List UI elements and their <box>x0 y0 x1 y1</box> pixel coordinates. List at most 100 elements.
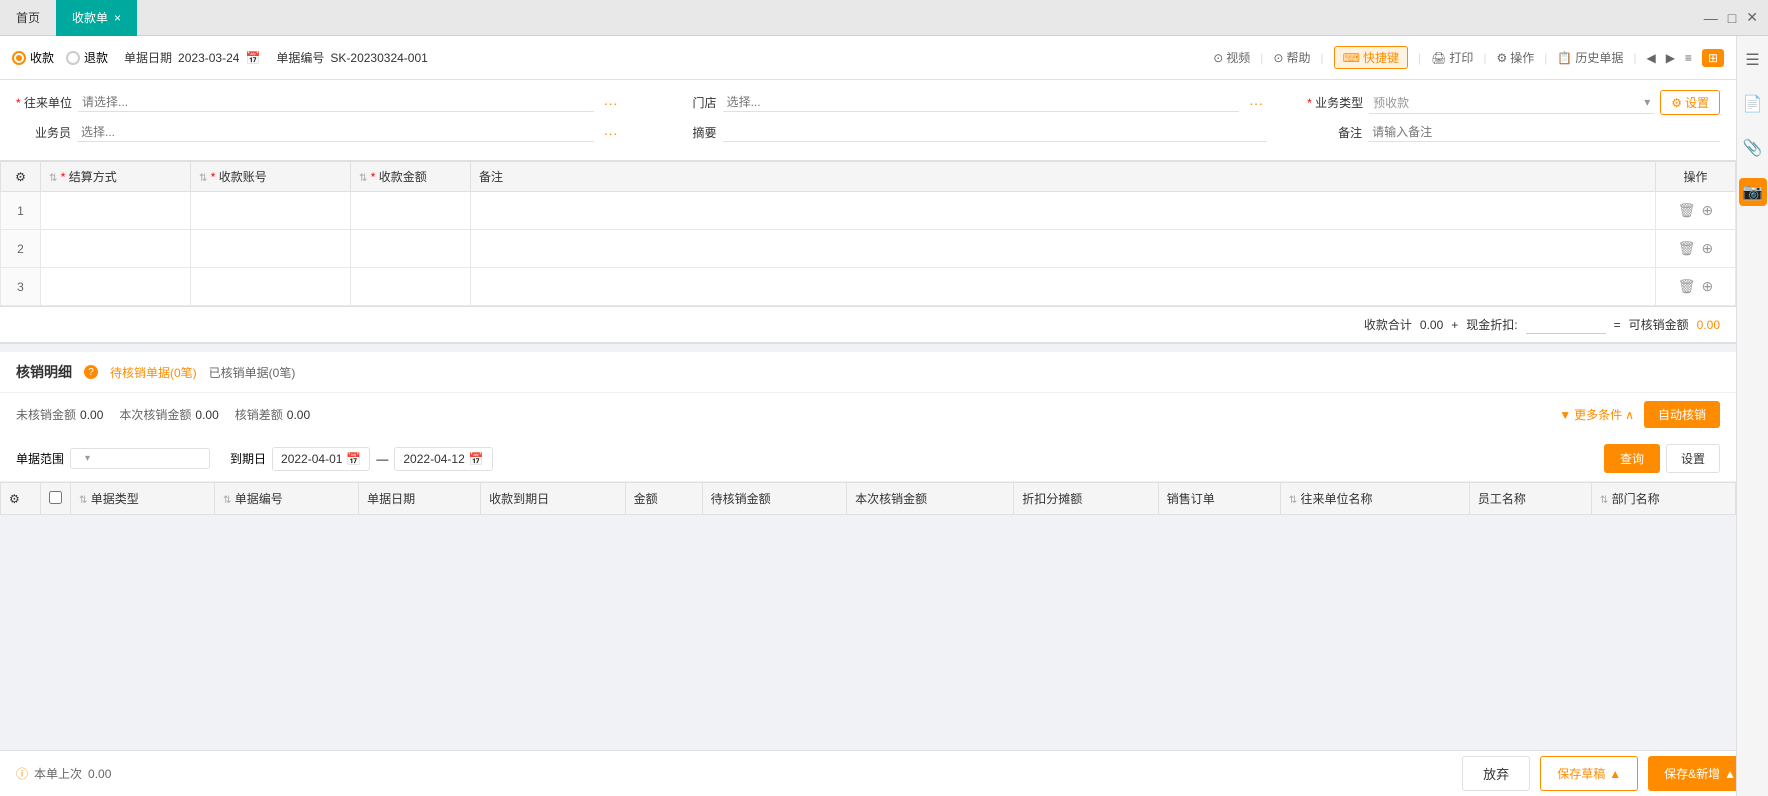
col-amount-header: 金额 <box>625 483 702 515</box>
remark-label: 备注 <box>1307 124 1362 141</box>
save-draft-label: 保存草稿 <box>1557 765 1605 782</box>
diff-stat: 核销差额 0.00 <box>235 406 310 423</box>
row-settle-1[interactable] <box>41 192 191 230</box>
biz-type-label: * 业务类型 <box>1307 94 1363 111</box>
row-1-delete-icon[interactable]: 🗑 <box>1678 202 1696 219</box>
filter-settings-button[interactable]: 设置 <box>1666 444 1720 473</box>
staff-more-btn[interactable]: ··· <box>600 125 622 141</box>
print-action[interactable]: 🖨 打印 <box>1431 49 1473 66</box>
video-icon: ⊙ <box>1213 51 1223 65</box>
settings-button[interactable]: ⚙ 设置 <box>1660 90 1720 115</box>
tab-close-icon[interactable]: × <box>114 11 121 25</box>
prev-action[interactable]: ◀ <box>1646 51 1655 65</box>
done-tab[interactable]: 已核销单据(0笔) <box>209 364 296 381</box>
date-to-value: 2022-04-12 <box>403 452 464 466</box>
remark-field: 备注 <box>1307 123 1720 142</box>
staff-label: 业务员 <box>16 124 71 141</box>
right-sidebar: ☰ 📄 📎 📷 <box>1736 36 1768 796</box>
row-amount-3[interactable] <box>351 268 471 306</box>
row-2-copy-icon[interactable]: ⊕ <box>1702 240 1714 257</box>
save-new-arrow[interactable]: ▲ <box>1724 767 1736 781</box>
more-conditions-btn[interactable]: ▼ 更多条件 ∧ <box>1559 406 1634 423</box>
date-value: 2023-03-24 <box>178 51 239 65</box>
row-1-copy-icon[interactable]: ⊕ <box>1702 202 1714 219</box>
row-action-2: 🗑 ⊕ <box>1656 230 1736 268</box>
list-icon[interactable]: ≡ <box>1685 51 1692 65</box>
staff-input[interactable] <box>77 123 594 142</box>
window-maximize-icon[interactable]: □ <box>1728 10 1736 26</box>
radio-refund[interactable]: 退款 <box>66 49 108 66</box>
calendar-icon[interactable]: 📅 <box>245 51 260 65</box>
save-draft-button[interactable]: 保存草稿 ▲ <box>1540 756 1638 791</box>
next-action[interactable]: ▶ <box>1666 51 1675 65</box>
discount-input[interactable] <box>1526 315 1606 334</box>
video-action[interactable]: ⊙ 视频 <box>1213 49 1250 66</box>
writeoff-table-container: ⚙ ⇅ 单据类型 ⇅ 单据编号 <box>0 482 1736 515</box>
gear-icon-2[interactable]: ⚙ <box>9 492 20 506</box>
info-icon-2[interactable]: ⓘ <box>16 765 28 782</box>
help-label: 帮助 <box>1286 49 1310 66</box>
operate-action[interactable]: ⚙ 操作 <box>1496 49 1534 66</box>
sidebar-table-icon[interactable]: ☰ <box>1739 46 1767 74</box>
radio-receipt[interactable]: 收款 <box>12 49 54 66</box>
filter-row: 单据范围 ▾ 到期日 2022-04-01 📅 — 2022-04-12 <box>0 436 1736 482</box>
date-from-input[interactable]: 2022-04-01 📅 <box>272 447 370 471</box>
row-3-copy-icon[interactable]: ⊕ <box>1702 278 1714 295</box>
summary-label: 摘要 <box>662 124 717 141</box>
summary-input[interactable] <box>723 123 1268 142</box>
auto-writeoff-button[interactable]: 自动核销 <box>1644 401 1720 428</box>
biz-type-select[interactable]: 预收款 ▾ <box>1369 92 1654 114</box>
counterpart-more-btn[interactable]: ··· <box>600 95 622 111</box>
sidebar-camera-icon[interactable]: 📷 <box>1739 178 1767 206</box>
main-content: 收款 退款 单据日期 2023-03-24 📅 单据编号 SK-20230324… <box>0 36 1736 796</box>
row-remark-3[interactable] <box>471 268 1656 306</box>
receipt-refund-radio: 收款 退款 <box>12 49 108 66</box>
row-amount-1[interactable] <box>351 192 471 230</box>
history-action[interactable]: 📋 历史单据 <box>1557 49 1623 66</box>
cal-to-icon[interactable]: 📅 <box>469 452 484 466</box>
info-icon[interactable]: ? <box>84 365 98 379</box>
row-settle-2[interactable] <box>41 230 191 268</box>
store-more-btn[interactable]: ··· <box>1245 95 1267 111</box>
remark-input[interactable] <box>1368 123 1720 142</box>
row-account-3[interactable] <box>191 268 351 306</box>
sidebar-attachment-icon[interactable]: 📎 <box>1739 134 1767 162</box>
help-action[interactable]: ⊙ 帮助 <box>1273 49 1310 66</box>
save-draft-arrow[interactable]: ▲ <box>1609 767 1621 781</box>
row-account-1[interactable] <box>191 192 351 230</box>
bottom-right: 放弃 保存草稿 ▲ 保存&新增 ▲ <box>1462 756 1752 791</box>
sidebar-doc-icon[interactable]: 📄 <box>1739 90 1767 118</box>
range-select[interactable]: ▾ <box>70 448 210 469</box>
row-settle-3[interactable] <box>41 268 191 306</box>
col-amount-header: ⇅ * 收款金额 <box>351 162 471 192</box>
range-chevron: ▾ <box>85 453 90 464</box>
gear-icon[interactable]: ⚙ <box>15 170 26 184</box>
row-remark-1[interactable] <box>471 192 1656 230</box>
row-remark-2[interactable] <box>471 230 1656 268</box>
operate-label: 操作 <box>1510 49 1534 66</box>
pending-tab[interactable]: 待核销单据(0笔) <box>110 364 197 381</box>
date-separator: — <box>376 452 388 466</box>
form-row-1: * 往来单位 ··· 门店 ··· * 业务类型 <box>16 90 1720 115</box>
window-minimize-icon[interactable]: — <box>1704 10 1718 26</box>
store-input[interactable] <box>723 93 1240 112</box>
row-3-delete-icon[interactable]: 🗑 <box>1678 278 1696 295</box>
counterpart-input[interactable] <box>78 93 594 112</box>
date-to-input[interactable]: 2022-04-12 📅 <box>394 447 492 471</box>
stats-row: 未核销金额 0.00 本次核销金额 0.00 核销差额 0.00 ▼ 更多条件 … <box>0 393 1736 436</box>
abandon-button[interactable]: 放弃 <box>1462 756 1530 791</box>
col-checkbox <box>41 483 71 515</box>
row-account-2[interactable] <box>191 230 351 268</box>
grid-icon[interactable]: ⊞ <box>1702 49 1724 67</box>
video-label: 视频 <box>1226 49 1250 66</box>
tab-receipt[interactable]: 收款单 × <box>56 0 137 36</box>
row-2-delete-icon[interactable]: 🗑 <box>1678 240 1696 257</box>
tab-home[interactable]: 首页 <box>0 0 56 36</box>
diff-value: 0.00 <box>287 408 310 422</box>
query-button[interactable]: 查询 <box>1604 444 1660 473</box>
cal-from-icon[interactable]: 📅 <box>346 452 361 466</box>
row-amount-2[interactable] <box>351 230 471 268</box>
window-close-icon[interactable]: ✕ <box>1746 9 1758 26</box>
shortcut-action[interactable]: ⌨ 快捷键 <box>1334 46 1408 69</box>
select-all-checkbox[interactable] <box>49 491 62 504</box>
